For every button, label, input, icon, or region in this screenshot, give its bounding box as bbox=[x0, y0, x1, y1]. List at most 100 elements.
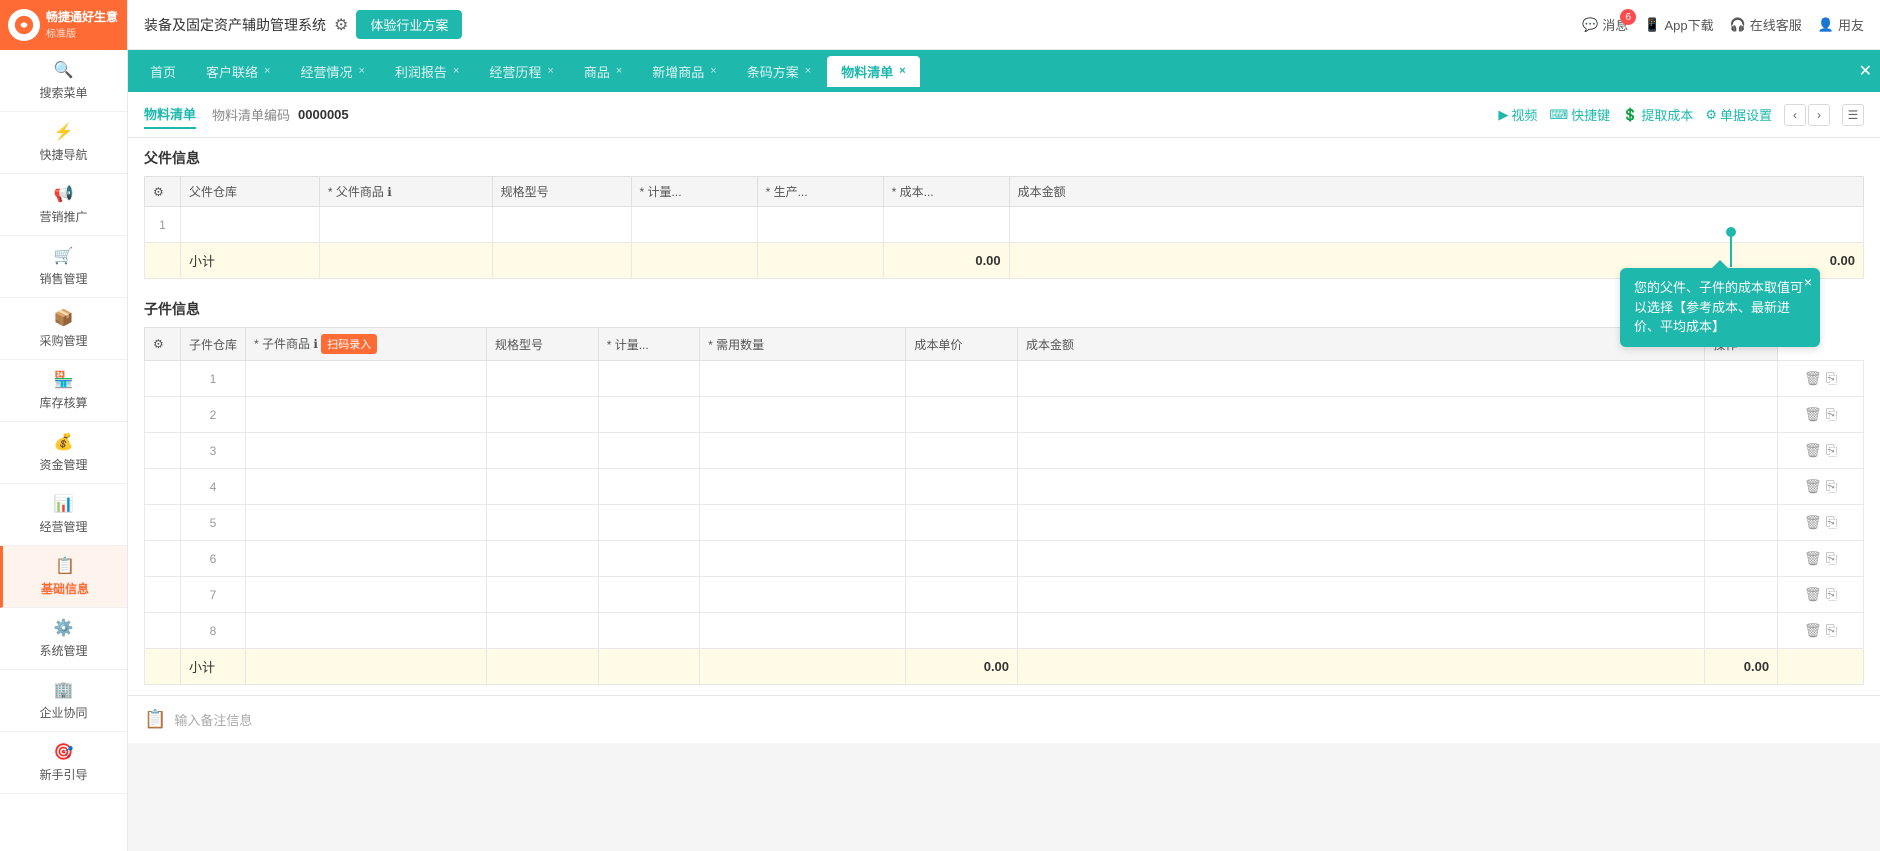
parent-row-1-cost[interactable] bbox=[883, 207, 1009, 243]
scan-badge[interactable]: 扫码录入 bbox=[321, 334, 377, 354]
app-download-button[interactable]: 📱 App下载 bbox=[1644, 15, 1713, 34]
delete-icon-8[interactable]: 🗑 bbox=[1804, 622, 1822, 639]
child-row-8-quantity[interactable] bbox=[906, 613, 1018, 649]
settings-action[interactable]: ⚙ 单据设置 bbox=[1705, 105, 1772, 124]
delete-icon-6[interactable]: 🗑 bbox=[1804, 550, 1822, 567]
next-arrow[interactable]: › bbox=[1808, 104, 1830, 126]
delete-icon-7[interactable]: 🗑 bbox=[1804, 586, 1822, 603]
child-row-1-amount[interactable] bbox=[1705, 361, 1778, 397]
shortcut-action[interactable]: ⌨ 快捷键 bbox=[1549, 105, 1610, 124]
child-row-6-warehouse[interactable] bbox=[246, 541, 487, 577]
sidebar-item-finance[interactable]: 💰资金管理 bbox=[0, 422, 127, 484]
copy-icon-3[interactable]: ⎘ bbox=[1826, 442, 1837, 459]
sidebar-item-system[interactable]: ⚙️系统管理 bbox=[0, 608, 127, 670]
tab-close-icon[interactable]: × bbox=[899, 65, 905, 77]
settings-icon[interactable]: ⚙ bbox=[334, 15, 348, 35]
child-row-8-unit-cost[interactable] bbox=[1018, 613, 1705, 649]
parent-row-1-produce[interactable] bbox=[757, 207, 883, 243]
copy-icon-4[interactable]: ⎘ bbox=[1826, 478, 1837, 495]
copy-icon-6[interactable]: ⎘ bbox=[1826, 550, 1837, 567]
view-action[interactable]: ▶ 视频 bbox=[1498, 105, 1537, 124]
tab-close-icon[interactable]: × bbox=[547, 65, 553, 77]
tab-close-icon[interactable]: × bbox=[358, 65, 364, 77]
child-row-4-unit[interactable] bbox=[700, 469, 906, 505]
cost-action[interactable]: 💲 提取成本 bbox=[1622, 105, 1693, 124]
sidebar-item-sales[interactable]: 🛒销售管理 bbox=[0, 236, 127, 298]
sidebar-item-search[interactable]: 🔍搜索菜单 bbox=[0, 50, 127, 112]
parent-row-1-amount[interactable] bbox=[1009, 207, 1863, 243]
child-row-4-quantity[interactable] bbox=[906, 469, 1018, 505]
child-row-6-quantity[interactable] bbox=[906, 541, 1018, 577]
child-row-4-warehouse[interactable] bbox=[246, 469, 487, 505]
child-row-2-unit[interactable] bbox=[700, 397, 906, 433]
child-row-3-goods[interactable] bbox=[486, 433, 598, 469]
delete-icon-4[interactable]: 🗑 bbox=[1804, 478, 1822, 495]
child-row-1-warehouse[interactable] bbox=[246, 361, 487, 397]
child-row-8-amount[interactable] bbox=[1705, 613, 1778, 649]
prev-arrow[interactable]: ‹ bbox=[1784, 104, 1806, 126]
child-row-5-amount[interactable] bbox=[1705, 505, 1778, 541]
bottom-hint[interactable]: 输入备注信息 bbox=[174, 710, 252, 729]
delete-icon-1[interactable]: 🗑 bbox=[1804, 370, 1822, 387]
nav-tab-add-goods[interactable]: 新增商品× bbox=[638, 56, 730, 87]
child-row-5-warehouse[interactable] bbox=[246, 505, 487, 541]
message-button[interactable]: 💬 消息 6 bbox=[1582, 15, 1628, 34]
nav-tab-home[interactable]: 首页 bbox=[136, 56, 190, 87]
child-row-3-quantity[interactable] bbox=[906, 433, 1018, 469]
child-row-2-warehouse[interactable] bbox=[246, 397, 487, 433]
child-row-6-unit-cost[interactable] bbox=[1018, 541, 1705, 577]
child-row-4-unit-cost[interactable] bbox=[1018, 469, 1705, 505]
child-row-1-spec[interactable] bbox=[598, 361, 699, 397]
child-row-4-goods[interactable] bbox=[486, 469, 598, 505]
copy-icon-2[interactable]: ⎘ bbox=[1826, 406, 1837, 423]
copy-icon-1[interactable]: ⎘ bbox=[1826, 370, 1837, 387]
child-row-2-amount[interactable] bbox=[1705, 397, 1778, 433]
sidebar-item-operation[interactable]: 📊经营管理 bbox=[0, 484, 127, 546]
child-row-7-warehouse[interactable] bbox=[246, 577, 487, 613]
page-tab-bom[interactable]: 物料清单 bbox=[144, 100, 196, 129]
child-row-4-spec[interactable] bbox=[598, 469, 699, 505]
child-row-8-goods[interactable] bbox=[486, 613, 598, 649]
delete-icon-5[interactable]: 🗑 bbox=[1804, 514, 1822, 531]
child-row-1-unit[interactable] bbox=[700, 361, 906, 397]
child-row-8-warehouse[interactable] bbox=[246, 613, 487, 649]
child-row-2-quantity[interactable] bbox=[906, 397, 1018, 433]
parent-row-1-goods[interactable] bbox=[319, 207, 492, 243]
child-row-4-amount[interactable] bbox=[1705, 469, 1778, 505]
tab-close-icon[interactable]: × bbox=[264, 65, 270, 77]
child-row-3-unit[interactable] bbox=[700, 433, 906, 469]
child-row-7-unit-cost[interactable] bbox=[1018, 577, 1705, 613]
sidebar-item-inventory[interactable]: 🏪库存核算 bbox=[0, 360, 127, 422]
tab-close-icon[interactable]: × bbox=[453, 65, 459, 77]
child-row-3-amount[interactable] bbox=[1705, 433, 1778, 469]
child-row-7-goods[interactable] bbox=[486, 577, 598, 613]
sidebar-item-purchase[interactable]: 📦采购管理 bbox=[0, 298, 127, 360]
parent-row-1-spec[interactable] bbox=[492, 207, 631, 243]
tab-close-icon[interactable]: × bbox=[710, 65, 716, 77]
child-row-5-unit[interactable] bbox=[700, 505, 906, 541]
child-row-5-quantity[interactable] bbox=[906, 505, 1018, 541]
close-all-tabs-icon[interactable]: ✕ bbox=[1859, 61, 1872, 81]
child-row-6-amount[interactable] bbox=[1705, 541, 1778, 577]
child-row-6-goods[interactable] bbox=[486, 541, 598, 577]
child-row-2-unit-cost[interactable] bbox=[1018, 397, 1705, 433]
child-row-7-spec[interactable] bbox=[598, 577, 699, 613]
nav-tab-bom[interactable]: 物料清单× bbox=[827, 56, 919, 87]
sidebar-item-marketing[interactable]: 📢营销推广 bbox=[0, 174, 127, 236]
child-row-1-unit-cost[interactable] bbox=[1018, 361, 1705, 397]
sidebar-item-basic[interactable]: 📋基础信息 bbox=[0, 546, 127, 608]
nav-tab-customers[interactable]: 客户联络× bbox=[192, 56, 284, 87]
child-row-2-goods[interactable] bbox=[486, 397, 598, 433]
parent-row-1-unit[interactable] bbox=[631, 207, 757, 243]
nav-tab-history[interactable]: 经营历程× bbox=[475, 56, 567, 87]
child-row-8-spec[interactable] bbox=[598, 613, 699, 649]
delete-icon-2[interactable]: 🗑 bbox=[1804, 406, 1822, 423]
child-row-3-spec[interactable] bbox=[598, 433, 699, 469]
child-row-7-quantity[interactable] bbox=[906, 577, 1018, 613]
tooltip-close-icon[interactable]: × bbox=[1804, 272, 1812, 293]
tab-close-icon[interactable]: × bbox=[616, 65, 622, 77]
nav-tab-profit[interactable]: 利润报告× bbox=[381, 56, 473, 87]
nav-tab-goods[interactable]: 商品× bbox=[570, 56, 636, 87]
nav-tab-barcode[interactable]: 条码方案× bbox=[733, 56, 825, 87]
child-row-2-spec[interactable] bbox=[598, 397, 699, 433]
